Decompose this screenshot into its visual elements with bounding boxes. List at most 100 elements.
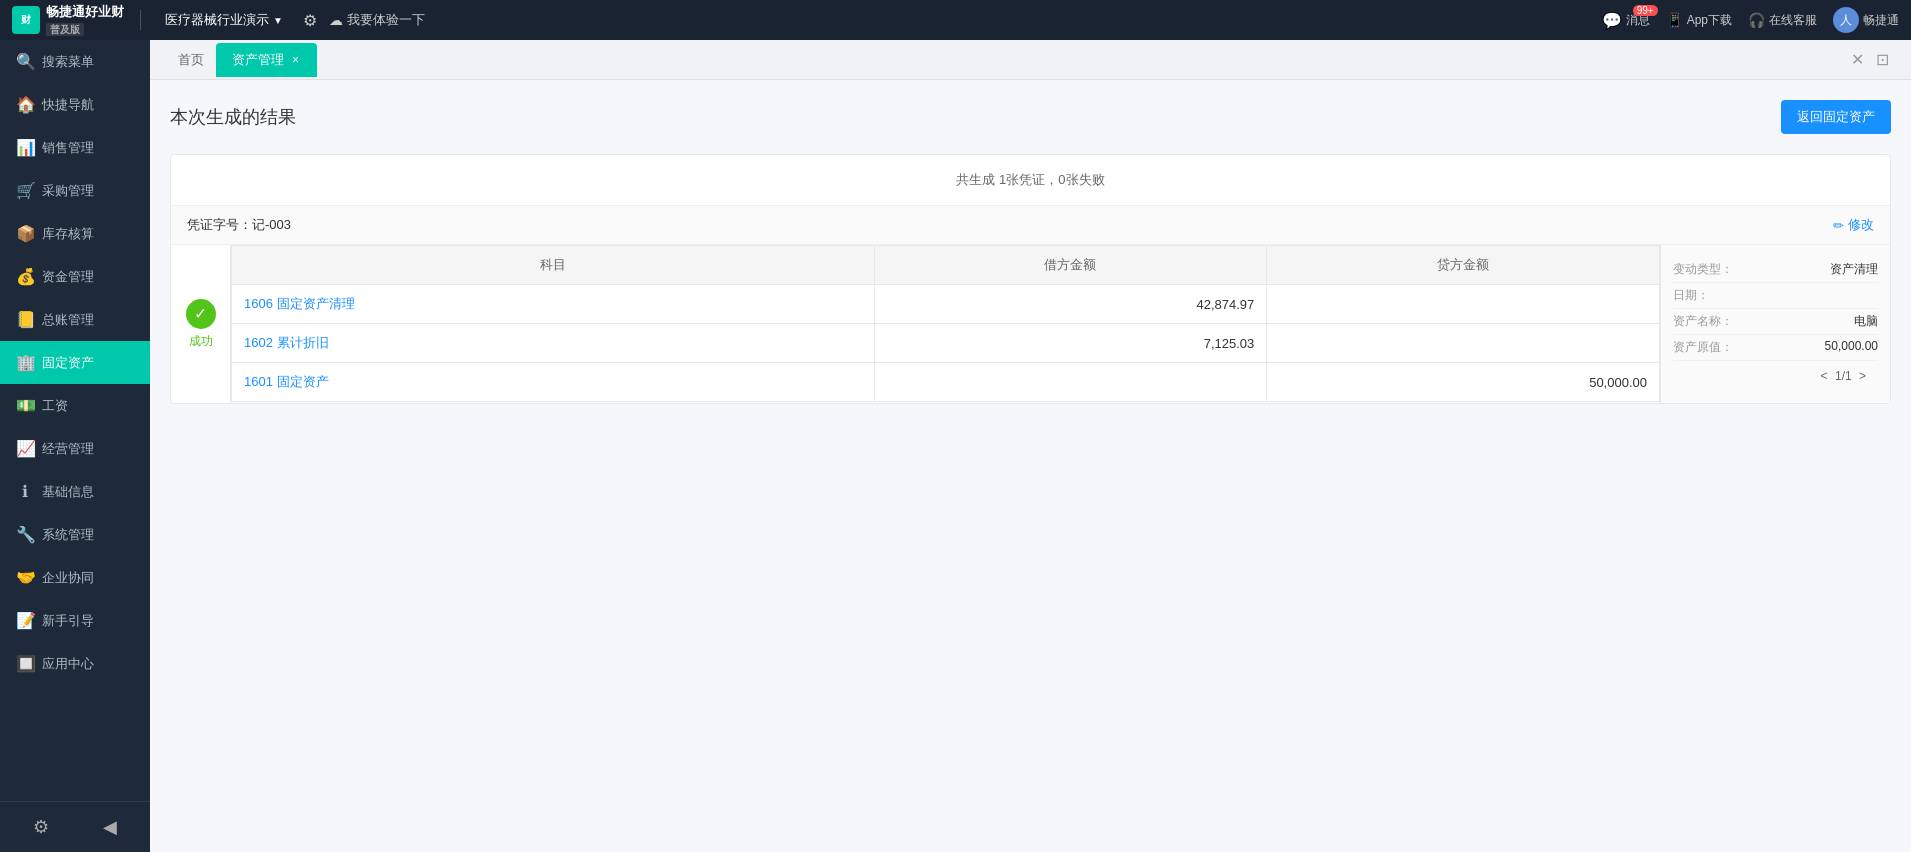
sidebar-label-ledger: 总账管理 [42, 311, 94, 329]
sidebar-label-sales: 销售管理 [42, 139, 94, 157]
voucher-table-wrap: 科目 借方金额 贷方金额 1606 固定资产清理 42,874.97 [231, 245, 1660, 403]
sidebar-label-search: 搜索菜单 [42, 53, 94, 71]
app-name: 畅捷通好业财 [46, 3, 124, 21]
page-indicator: 1/1 [1835, 369, 1852, 383]
row1-debit: 42,874.97 [874, 285, 1267, 324]
try-label: 我要体验一下 [347, 11, 425, 29]
change-type-value: 资产清理 [1830, 261, 1878, 278]
row2-subject[interactable]: 1602 累计折旧 [232, 324, 875, 363]
col-credit: 贷方金额 [1267, 246, 1660, 285]
col-debit: 借方金额 [874, 246, 1267, 285]
try-button[interactable]: ☁ 我要体验一下 [329, 11, 425, 29]
next-page[interactable]: > [1859, 369, 1866, 383]
sidebar-label-app-center: 应用中心 [42, 655, 94, 673]
original-value-row: 资产原值： 50,000.00 [1673, 335, 1878, 361]
avatar-initial: 人 [1840, 12, 1852, 29]
tab-home[interactable]: 首页 [166, 43, 216, 77]
panel-close-button[interactable]: ✕ [1845, 48, 1870, 71]
page-content: 本次生成的结果 返回固定资产 共生成 1张凭证，0张失败 凭证字号：记-003 … [150, 80, 1911, 852]
edit-icon: ✏ [1833, 218, 1844, 233]
status-column: ✓ 成功 [171, 245, 231, 403]
online-service-action[interactable]: 🎧 在线客服 [1748, 12, 1817, 29]
online-service-label: 在线客服 [1769, 12, 1817, 29]
user-action[interactable]: 人 畅捷通 [1833, 7, 1899, 33]
sidebar-item-quick-nav[interactable]: 🏠 快捷导航 [0, 83, 150, 126]
sidebar-scroll: 🔍 搜索菜单 🏠 快捷导航 📊 销售管理 🛒 采购管理 📦 库存核算 💰 [0, 40, 150, 801]
sidebar-collapse-button[interactable]: ◀ [77, 810, 142, 844]
app-download-label: App下载 [1687, 12, 1732, 29]
avatar: 人 [1833, 7, 1859, 33]
original-value-label: 资产原值： [1673, 339, 1733, 356]
page-title: 本次生成的结果 [170, 105, 296, 129]
sidebar-item-fixed-assets[interactable]: 🏢 固定资产 [0, 341, 150, 384]
content-area: 首页 资产管理 × ✕ ⊡ 本次生成的结果 返回固定资产 共生成 1张凭证，0张… [150, 40, 1911, 852]
success-icon: ✓ [186, 299, 216, 329]
cloud-icon: ☁ [329, 12, 343, 28]
company-name: 医疗器械行业演示 [165, 11, 269, 29]
sidebar-item-enterprise[interactable]: 🤝 企业协同 [0, 556, 150, 599]
voucher-section: 凭证字号：记-003 ✏ 修改 ✓ 成功 [171, 206, 1890, 403]
edit-button[interactable]: ✏ 修改 [1833, 216, 1874, 234]
sidebar-item-purchase[interactable]: 🛒 采购管理 [0, 169, 150, 212]
sidebar-item-finance[interactable]: 💰 资金管理 [0, 255, 150, 298]
sidebar-label-basic-info: 基础信息 [42, 483, 94, 501]
date-row: 日期： [1673, 283, 1878, 309]
sidebar-item-sales[interactable]: 📊 销售管理 [0, 126, 150, 169]
sidebar-item-payroll[interactable]: 💵 工资 [0, 384, 150, 427]
top-header: 财 畅捷通好业财 普及版 医疗器械行业演示 ▼ ⚙ ☁ 我要体验一下 💬 消息 … [0, 0, 1911, 40]
row2-credit [1267, 324, 1660, 363]
table-row: 1602 累计折旧 7,125.03 [232, 324, 1660, 363]
row1-subject[interactable]: 1606 固定资产清理 [232, 285, 875, 324]
col-subject: 科目 [232, 246, 875, 285]
message-badge: 99+ [1633, 5, 1658, 16]
asset-name-value: 电脑 [1854, 313, 1878, 330]
system-icon: 🔧 [16, 525, 34, 544]
panel-expand-button[interactable]: ⊡ [1870, 48, 1895, 71]
user-name: 畅捷通 [1863, 12, 1899, 29]
ledger-icon: 📒 [16, 310, 34, 329]
original-value-value: 50,000.00 [1825, 339, 1878, 356]
app-center-icon: 🔲 [16, 654, 34, 673]
row1-credit [1267, 285, 1660, 324]
message-icon: 💬 [1602, 11, 1622, 30]
sidebar-item-app-center[interactable]: 🔲 应用中心 [0, 642, 150, 685]
divider [140, 10, 141, 30]
sidebar-item-inventory[interactable]: 📦 库存核算 [0, 212, 150, 255]
purchase-icon: 🛒 [16, 181, 34, 200]
app-name-block: 畅捷通好业财 普及版 [46, 3, 124, 37]
sidebar-item-basic-info[interactable]: ℹ 基础信息 [0, 470, 150, 513]
header-right: 💬 消息 99+ 📱 App下载 🎧 在线客服 人 畅捷通 [1602, 7, 1899, 33]
tab-asset-management[interactable]: 资产管理 × [216, 43, 317, 77]
settings-gear-button[interactable]: ⚙ [299, 7, 321, 34]
header-left: 财 畅捷通好业财 普及版 医疗器械行业演示 ▼ ⚙ ☁ 我要体验一下 [12, 3, 425, 37]
message-action[interactable]: 💬 消息 99+ [1602, 11, 1650, 30]
result-panel: 共生成 1张凭证，0张失败 凭证字号：记-003 ✏ 修改 ✓ [170, 154, 1891, 404]
sidebar-item-ledger[interactable]: 📒 总账管理 [0, 298, 150, 341]
return-button[interactable]: 返回固定资产 [1781, 100, 1891, 134]
sidebar-item-system[interactable]: 🔧 系统管理 [0, 513, 150, 556]
table-row: 1601 固定资产 50,000.00 [232, 363, 1660, 402]
company-selector[interactable]: 医疗器械行业演示 ▼ [157, 7, 291, 33]
guide-icon: 📝 [16, 611, 34, 630]
pagination: < 1/1 > [1673, 361, 1878, 391]
edit-label: 修改 [1848, 216, 1874, 234]
app-download-action[interactable]: 📱 App下载 [1666, 12, 1732, 29]
status-text: 成功 [189, 333, 213, 350]
finance-icon: 💰 [16, 267, 34, 286]
tab-close-button[interactable]: × [290, 53, 301, 67]
sidebar-item-operations[interactable]: 📈 经营管理 [0, 427, 150, 470]
sidebar-settings-button[interactable]: ⚙ [8, 810, 73, 844]
sidebar-label-finance: 资金管理 [42, 268, 94, 286]
sidebar-label-inventory: 库存核算 [42, 225, 94, 243]
sidebar-item-search[interactable]: 🔍 搜索菜单 [0, 40, 150, 83]
version-tag: 普及版 [46, 23, 84, 36]
sidebar-label-guide: 新手引导 [42, 612, 94, 630]
sidebar-label-operations: 经营管理 [42, 440, 94, 458]
voucher-header: 凭证字号：记-003 ✏ 修改 [171, 206, 1890, 245]
headset-icon: 🎧 [1748, 12, 1765, 28]
row3-subject[interactable]: 1601 固定资产 [232, 363, 875, 402]
prev-page[interactable]: < [1821, 369, 1828, 383]
sidebar-label-quick-nav: 快捷导航 [42, 96, 94, 114]
voucher-table: 科目 借方金额 贷方金额 1606 固定资产清理 42,874.97 [231, 245, 1660, 402]
sidebar-item-guide[interactable]: 📝 新手引导 [0, 599, 150, 642]
